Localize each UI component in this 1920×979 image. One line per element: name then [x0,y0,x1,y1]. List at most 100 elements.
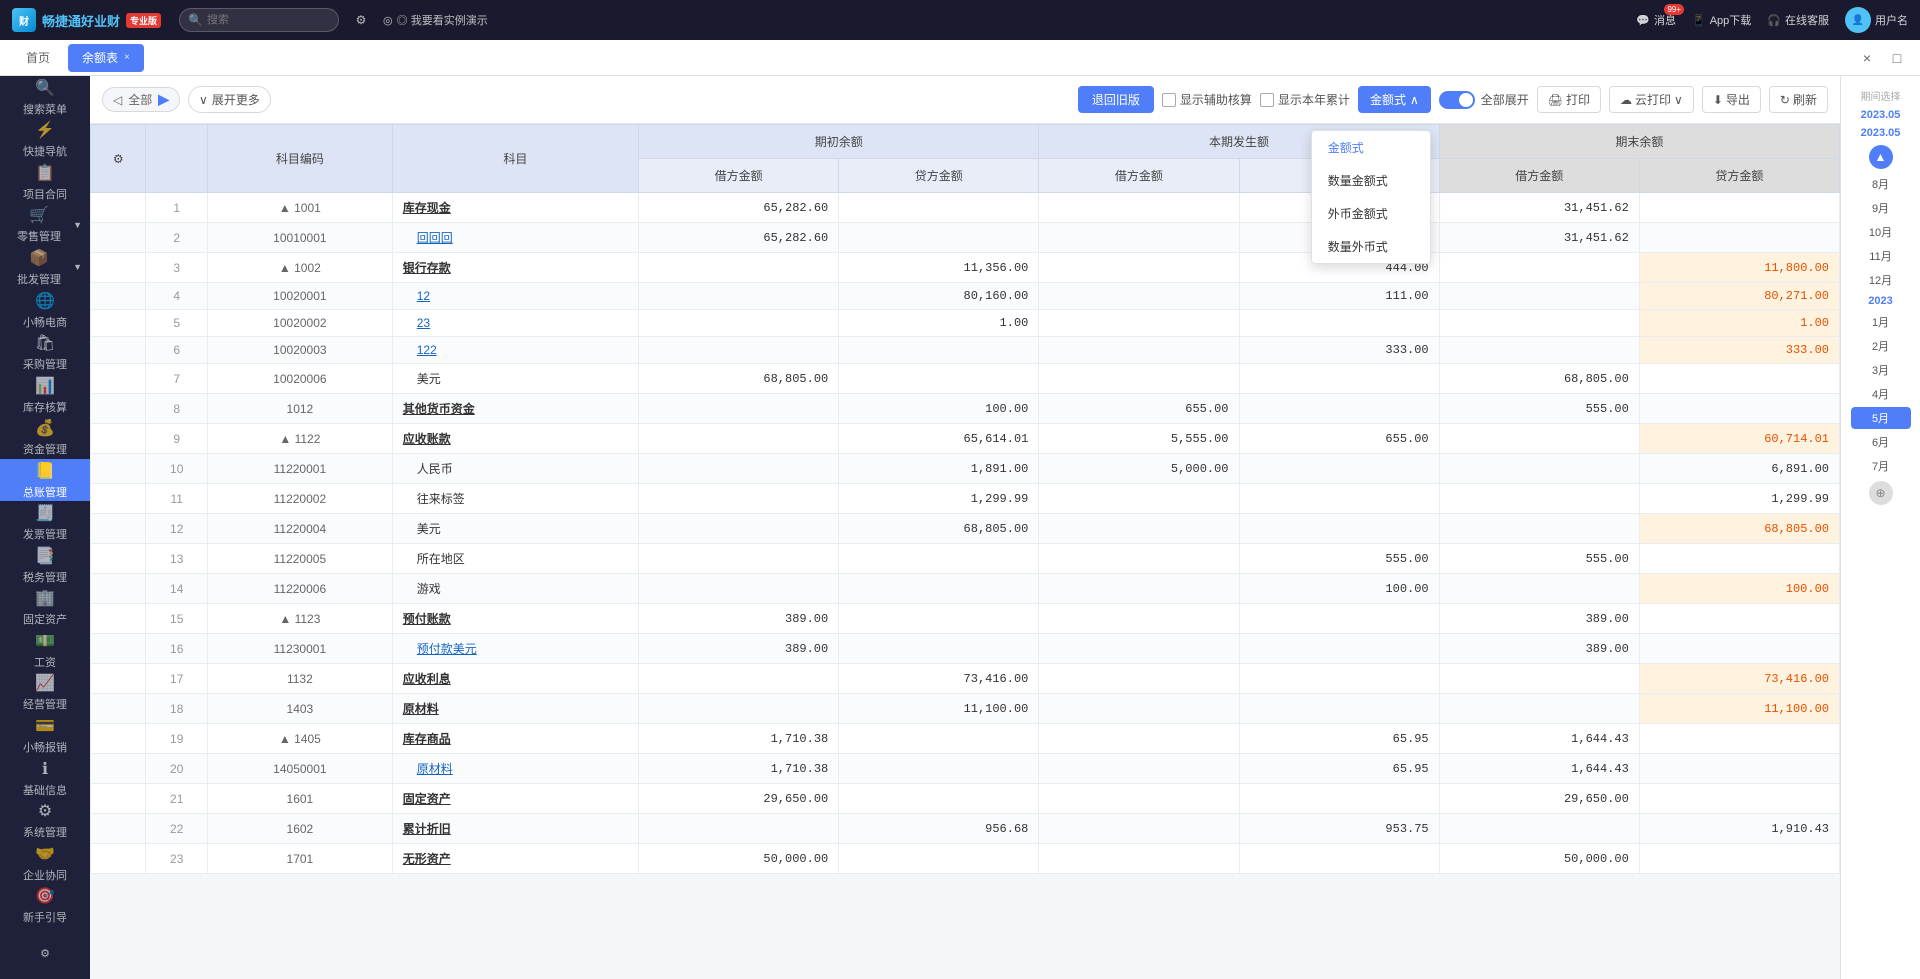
sidebar-item-ecommerce[interactable]: 🌐 小畅电商 [0,289,90,332]
export-btn[interactable]: ⬇ 导出 [1702,86,1761,113]
sidebar-item-sales[interactable]: 💳 小畅报销 [0,714,90,757]
breadcrumb[interactable]: ◁ 全部 ▶ [102,87,180,112]
row-opening-debit-cell: 65,282.60 [639,193,839,223]
row-closing-debit-cell [1439,574,1639,604]
sidebar-item-ledger[interactable]: 📒 总账管理 [0,459,90,502]
col-opening-balance-header: 期初余额 [639,125,1039,159]
sidebar-item-inventory[interactable]: 📊 库存核算 [0,374,90,417]
col-settings-header[interactable]: ⚙ [91,125,146,193]
sidebar-item-retail[interactable]: 🛒 零售管理 ▼ [0,204,90,247]
month-4-btn[interactable]: 4月 [1851,383,1911,405]
row-settings-cell [91,784,146,814]
user-menu[interactable]: 👤 用户名 [1845,7,1908,33]
return-old-btn[interactable]: 退回旧版 [1078,86,1154,113]
tab-close-btn[interactable]: × [124,52,130,63]
settings-icon[interactable]: ⚙ [349,8,373,32]
sidebar-item-label: 基础信息 [23,782,67,798]
tab-balance[interactable]: 余额表 × [68,44,144,72]
row-opening-credit-cell: 11,100.00 [839,694,1039,724]
ytd-checkbox-box[interactable] [1260,93,1274,107]
demo-link[interactable]: ◎ ◎ 我要看实例演示 [383,12,488,28]
window-max-btn[interactable]: □ [1886,47,1908,69]
row-subject-cell[interactable]: 原材料 [392,694,638,724]
nav-up-btn[interactable]: ▲ [1869,145,1893,169]
export-icon: ⬇ [1713,93,1723,107]
month-3-btn[interactable]: 3月 [1851,359,1911,381]
month-5-btn[interactable]: 5月 [1851,407,1911,429]
row-settings-cell [91,394,146,424]
table-settings-icon[interactable]: ⚙ [113,152,124,166]
month-2-btn[interactable]: 2月 [1851,335,1911,357]
month-10-btn[interactable]: 10月 [1851,221,1911,243]
top-search-bar[interactable]: 🔍 [179,8,339,32]
dropdown-item-foreign-amount[interactable]: 外币金额式 [1312,197,1430,230]
row-subject-cell[interactable]: 库存商品 [392,724,638,754]
row-subject-cell[interactable]: 预付账款 [392,604,638,634]
toggle-switch-knob[interactable] [1439,91,1475,109]
window-close-btn[interactable]: × [1856,47,1878,69]
row-current-credit-cell: 100.00 [1239,574,1439,604]
month-12-btn[interactable]: 12月 [1851,269,1911,291]
sidebar-item-search[interactable]: 🔍 搜索菜单 [0,76,90,119]
dropdown-item-amount[interactable]: 金额式 [1312,131,1430,164]
online-support-btn[interactable]: 🎧 在线客服 [1767,12,1829,28]
row-subject-cell[interactable]: 无形资产 [392,844,638,874]
row-subject-cell[interactable]: 122 [392,337,638,364]
row-subject-cell[interactable]: 应收账款 [392,424,638,454]
sidebar-item-system[interactable]: ⚙ 系统管理 [0,799,90,842]
row-subject-cell[interactable]: 12 [392,283,638,310]
month-7-btn[interactable]: 7月 [1851,455,1911,477]
month-1-btn[interactable]: 1月 [1851,311,1911,333]
sidebar-item-quicknav[interactable]: ⚡ 快捷导航 [0,119,90,162]
row-subject-cell[interactable]: 其他货币资金 [392,394,638,424]
row-subject-cell[interactable]: 应收利息 [392,664,638,694]
row-subject-cell[interactable]: 原材料 [392,754,638,784]
assist-checkbox[interactable]: 显示辅助核算 [1162,91,1252,108]
print-btn[interactable]: 🖨 打印 [1537,86,1601,113]
month-6-btn[interactable]: 6月 [1851,431,1911,453]
ytd-label: 显示本年累计 [1278,91,1350,108]
refresh-btn[interactable]: ↻ 刷新 [1769,86,1828,113]
month-8-btn[interactable]: 8月 [1851,173,1911,195]
month-11-btn[interactable]: 11月 [1851,245,1911,267]
assist-checkbox-box[interactable] [1162,93,1176,107]
row-subject-cell[interactable]: 23 [392,310,638,337]
table-wrapper[interactable]: ⚙ 科目编码 科目 期初余额 本期发生额 期末余额 借方金额 贷方金额 借方金额… [90,124,1840,979]
tab-home[interactable]: 首页 [12,44,64,72]
expand-more-btn[interactable]: ∨ 展开更多 [188,86,271,113]
row-subject-cell[interactable]: 累计折旧 [392,814,638,844]
expand-all-toggle[interactable]: 全部展开 [1439,91,1529,109]
row-closing-debit-cell [1439,454,1639,484]
search-input[interactable] [207,14,307,26]
row-subject-cell[interactable]: 回回回 [392,223,638,253]
row-closing-credit-cell: 6,891.00 [1639,454,1839,484]
row-subject-cell[interactable]: 预付款美元 [392,634,638,664]
amount-mode-btn[interactable]: 金额式 ∧ [1358,86,1431,113]
sidebar-item-basic[interactable]: ℹ 基础信息 [0,757,90,800]
row-code-cell: 11220004 [208,514,393,544]
sidebar-item-tax[interactable]: 📑 税务管理 [0,544,90,587]
sidebar-item-coop[interactable]: 🤝 企业协同 [0,842,90,885]
sidebar-item-salary[interactable]: 💵 工资 [0,629,90,672]
sidebar-item-wholesale[interactable]: 📦 批发管理 ▼ [0,246,90,289]
sidebar-settings-btn[interactable]: ⚙ [0,927,90,979]
row-subject-cell[interactable]: 库存现金 [392,193,638,223]
sidebar-item-assets[interactable]: 🏢 固定资产 [0,587,90,630]
sidebar-item-guide[interactable]: 🎯 新手引导 [0,884,90,927]
cloud-print-btn[interactable]: ☁ 云打印 ∨ [1609,86,1694,113]
sidebar-item-operation[interactable]: 📈 经营管理 [0,672,90,715]
message-btn[interactable]: 💬 消息 99+ [1636,12,1676,28]
nav-down-btn[interactable]: ⊕ [1869,481,1893,505]
row-number-cell: 9 [146,424,208,454]
ytd-checkbox[interactable]: 显示本年累计 [1260,91,1350,108]
row-subject-cell[interactable]: 固定资产 [392,784,638,814]
sidebar-item-purchase[interactable]: 🛍 采购管理 [0,331,90,374]
app-download-btn[interactable]: 📱 App下载 [1692,12,1751,28]
dropdown-item-qty-foreign[interactable]: 数量外币式 [1312,230,1430,263]
row-subject-cell[interactable]: 银行存款 [392,253,638,283]
month-9-btn[interactable]: 9月 [1851,197,1911,219]
dropdown-item-qty-amount[interactable]: 数量金额式 [1312,164,1430,197]
sidebar-item-capital[interactable]: 💰 资金管理 [0,416,90,459]
sidebar-item-invoice[interactable]: 🧾 发票管理 [0,501,90,544]
sidebar-item-project[interactable]: 📋 项目合同 [0,161,90,204]
